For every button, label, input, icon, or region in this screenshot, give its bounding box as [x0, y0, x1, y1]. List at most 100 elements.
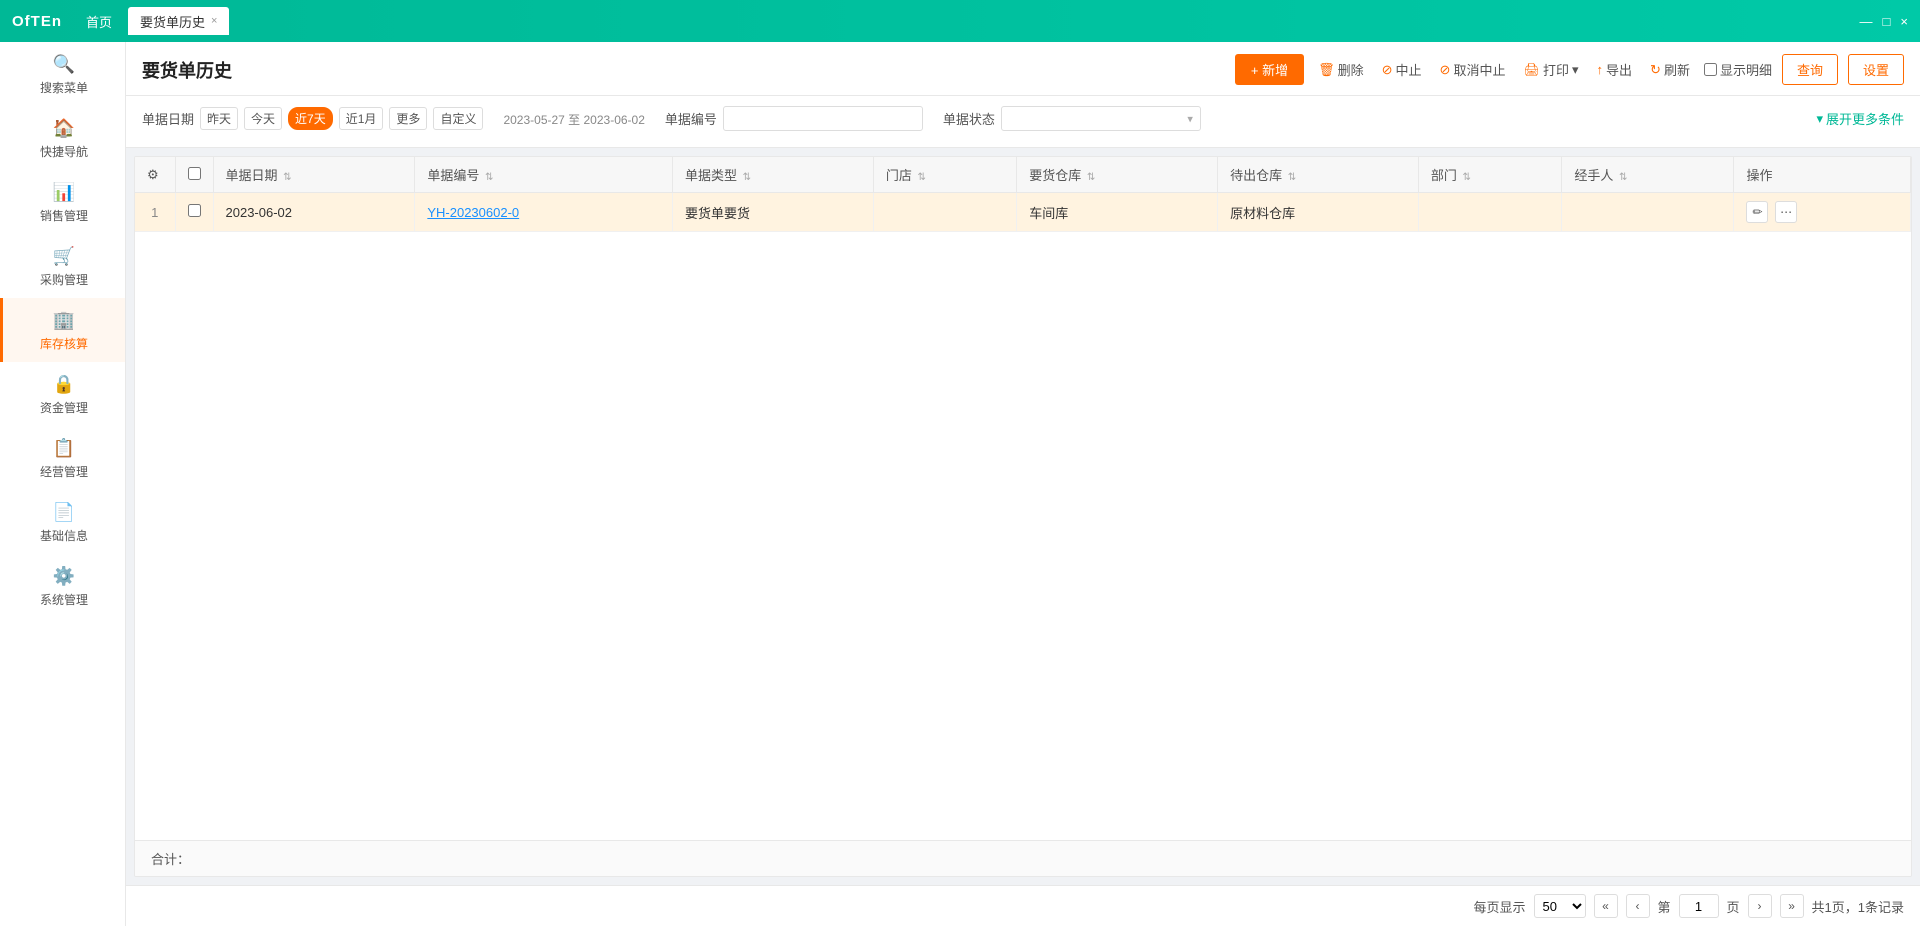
- search-menu-icon: 🔍: [53, 54, 75, 75]
- tab-history[interactable]: 要货单历史 ×: [128, 7, 229, 35]
- row-handler: [1562, 193, 1734, 232]
- row-pending-warehouse: 原材料仓库: [1218, 193, 1419, 232]
- col-dept[interactable]: 部门 ⇅: [1418, 157, 1561, 193]
- sidebar-item-label: 基础信息: [40, 527, 88, 544]
- cancel-stop-icon: ⊘: [1440, 62, 1451, 78]
- sidebar-item-finance[interactable]: 🔒 资金管理: [0, 362, 125, 426]
- toolbar: + 新增 🗑 删除 ⊘ 中止 ⊘ 取消中止 🖨 打: [1235, 54, 1904, 85]
- total-info: 共1页，1条记录: [1812, 897, 1904, 916]
- date-last-month-btn[interactable]: 近1月: [339, 107, 384, 130]
- delete-icon: 🗑: [1318, 62, 1335, 78]
- close-window-button[interactable]: ×: [1900, 14, 1908, 29]
- print-button[interactable]: 🖨 打印 ▾: [1519, 57, 1582, 82]
- sidebar-item-label: 资金管理: [40, 399, 88, 416]
- doc-num-label: 单据编号: [665, 109, 717, 128]
- sidebar-item-label: 快捷导航: [40, 143, 88, 160]
- sidebar-item-system[interactable]: ⚙️ 系统管理: [0, 554, 125, 618]
- date-yesterday-btn[interactable]: 昨天: [200, 107, 238, 130]
- col-pending-warehouse[interactable]: 待出仓库 ⇅: [1218, 157, 1419, 193]
- sort-req-warehouse-icon: ⇅: [1087, 172, 1095, 183]
- row-req-warehouse: 车间库: [1017, 193, 1218, 232]
- row-doc-num: YH-20230602-0: [415, 193, 673, 232]
- sort-doc-num-icon: ⇅: [485, 172, 493, 183]
- sidebar-item-sales[interactable]: 📊 销售管理: [0, 170, 125, 234]
- date-today-btn[interactable]: 今天: [244, 107, 282, 130]
- sidebar: 🔍 搜索菜单 🏠 快捷导航 📊 销售管理 🛒 采购管理 🏢 库存核算 🔒 资金管…: [0, 42, 126, 926]
- sidebar-item-inventory[interactable]: 🏢 库存核算: [0, 298, 125, 362]
- row-doc-num-link[interactable]: YH-20230602-0: [427, 205, 519, 220]
- refresh-button[interactable]: ↻ 刷新: [1646, 57, 1694, 82]
- col-operation: 操作: [1734, 157, 1911, 193]
- col-handler[interactable]: 经手人 ⇅: [1562, 157, 1734, 193]
- sidebar-item-label: 系统管理: [40, 591, 88, 608]
- page-title-row: 要货单历史 + 新增 🗑 删除 ⊘ 中止 ⊘ 取消中止: [142, 54, 1904, 85]
- print-dropdown-icon: ▾: [1572, 62, 1579, 78]
- sort-handler-icon: ⇅: [1619, 172, 1627, 183]
- query-button[interactable]: 查询: [1782, 54, 1838, 85]
- sort-store-icon: ⇅: [917, 172, 925, 183]
- doc-status-select-wrapper: [1001, 106, 1201, 131]
- row-checkbox[interactable]: [188, 204, 201, 217]
- row-more-button[interactable]: ⋯: [1775, 201, 1797, 223]
- display-detail-check[interactable]: [1704, 63, 1717, 76]
- table-area: ⚙ 单据日期 ⇅ 单据编号 ⇅: [134, 156, 1912, 877]
- date-last7-btn[interactable]: 近7天: [288, 107, 333, 130]
- top-bar: OfTEn 首页 要货单历史 × — □ ×: [0, 0, 1920, 42]
- filter-row-1: 单据日期 昨天 今天 近7天 近1月 更多 自定义 2023-05-27 至 2…: [142, 106, 1904, 131]
- col-doc-type[interactable]: 单据类型 ⇅: [673, 157, 874, 193]
- col-req-warehouse[interactable]: 要货仓库 ⇅: [1017, 157, 1218, 193]
- date-range-display: 2023-05-27 至 2023-06-02: [503, 111, 644, 128]
- data-table: ⚙ 单据日期 ⇅ 单据编号 ⇅: [135, 157, 1911, 232]
- close-tab-icon[interactable]: ×: [211, 15, 217, 27]
- maximize-button[interactable]: □: [1883, 14, 1891, 29]
- new-button[interactable]: + 新增: [1235, 54, 1304, 85]
- prev-page-btn[interactable]: ‹: [1626, 894, 1650, 918]
- app-logo: OfTEn: [12, 13, 62, 30]
- expand-icon: ▾: [1816, 111, 1823, 127]
- sidebar-item-search-menu[interactable]: 🔍 搜索菜单: [0, 42, 125, 106]
- window-controls: — □ ×: [1860, 14, 1908, 29]
- sidebar-item-operations[interactable]: 📋 经营管理: [0, 426, 125, 490]
- col-doc-num[interactable]: 单据编号 ⇅: [415, 157, 673, 193]
- last-page-btn[interactable]: »: [1780, 894, 1804, 918]
- row-checkbox-cell: [175, 193, 213, 232]
- row-num: 1: [135, 193, 175, 232]
- col-settings[interactable]: ⚙: [135, 157, 175, 193]
- doc-status-select[interactable]: [1001, 106, 1201, 131]
- minimize-button[interactable]: —: [1860, 14, 1873, 29]
- date-filter-label: 单据日期: [142, 109, 194, 128]
- tab-home[interactable]: 首页: [74, 7, 124, 35]
- finance-icon: 🔒: [53, 374, 75, 395]
- first-page-btn[interactable]: «: [1594, 894, 1618, 918]
- sidebar-item-purchase[interactable]: 🛒 采购管理: [0, 234, 125, 298]
- page-input[interactable]: [1679, 894, 1719, 918]
- select-all-checkbox[interactable]: [188, 167, 201, 180]
- row-date: 2023-06-02: [213, 193, 415, 232]
- filter-area: 单据日期 昨天 今天 近7天 近1月 更多 自定义 2023-05-27 至 2…: [126, 96, 1920, 148]
- main-content: 要货单历史 + 新增 🗑 删除 ⊘ 中止 ⊘ 取消中止: [126, 42, 1920, 926]
- table-row: 1 2023-06-02 YH-20230602-0 要货单要货 车间库: [135, 193, 1911, 232]
- next-page-btn[interactable]: ›: [1748, 894, 1772, 918]
- doc-status-filter-group: 单据状态: [943, 106, 1201, 131]
- sort-pending-warehouse-icon: ⇅: [1288, 172, 1296, 183]
- expand-more-btn[interactable]: ▾ 展开更多条件: [1816, 109, 1904, 128]
- row-doc-type: 要货单要货: [673, 193, 874, 232]
- basic-info-icon: 📄: [53, 502, 75, 523]
- sidebar-item-basic-info[interactable]: 📄 基础信息: [0, 490, 125, 554]
- row-operation: ✏ ⋯: [1734, 193, 1911, 232]
- per-page-select[interactable]: 50 10 20 100: [1534, 894, 1586, 918]
- display-detail-checkbox[interactable]: 显示明细: [1704, 60, 1772, 79]
- settings-button[interactable]: 设置: [1848, 54, 1904, 85]
- doc-num-input[interactable]: [723, 106, 923, 131]
- row-edit-button[interactable]: ✏: [1746, 201, 1768, 223]
- delete-button[interactable]: 🗑 删除: [1314, 57, 1368, 82]
- export-icon: ↑: [1597, 62, 1604, 77]
- col-date[interactable]: 单据日期 ⇅: [213, 157, 415, 193]
- stop-button[interactable]: ⊘ 中止: [1378, 57, 1426, 82]
- col-store[interactable]: 门店 ⇅: [873, 157, 1016, 193]
- date-more-btn[interactable]: 更多: [389, 107, 427, 130]
- sidebar-item-quick-nav[interactable]: 🏠 快捷导航: [0, 106, 125, 170]
- cancel-stop-button[interactable]: ⊘ 取消中止: [1436, 57, 1510, 82]
- date-custom-btn[interactable]: 自定义: [433, 107, 483, 130]
- export-button[interactable]: ↑ 导出: [1593, 57, 1637, 82]
